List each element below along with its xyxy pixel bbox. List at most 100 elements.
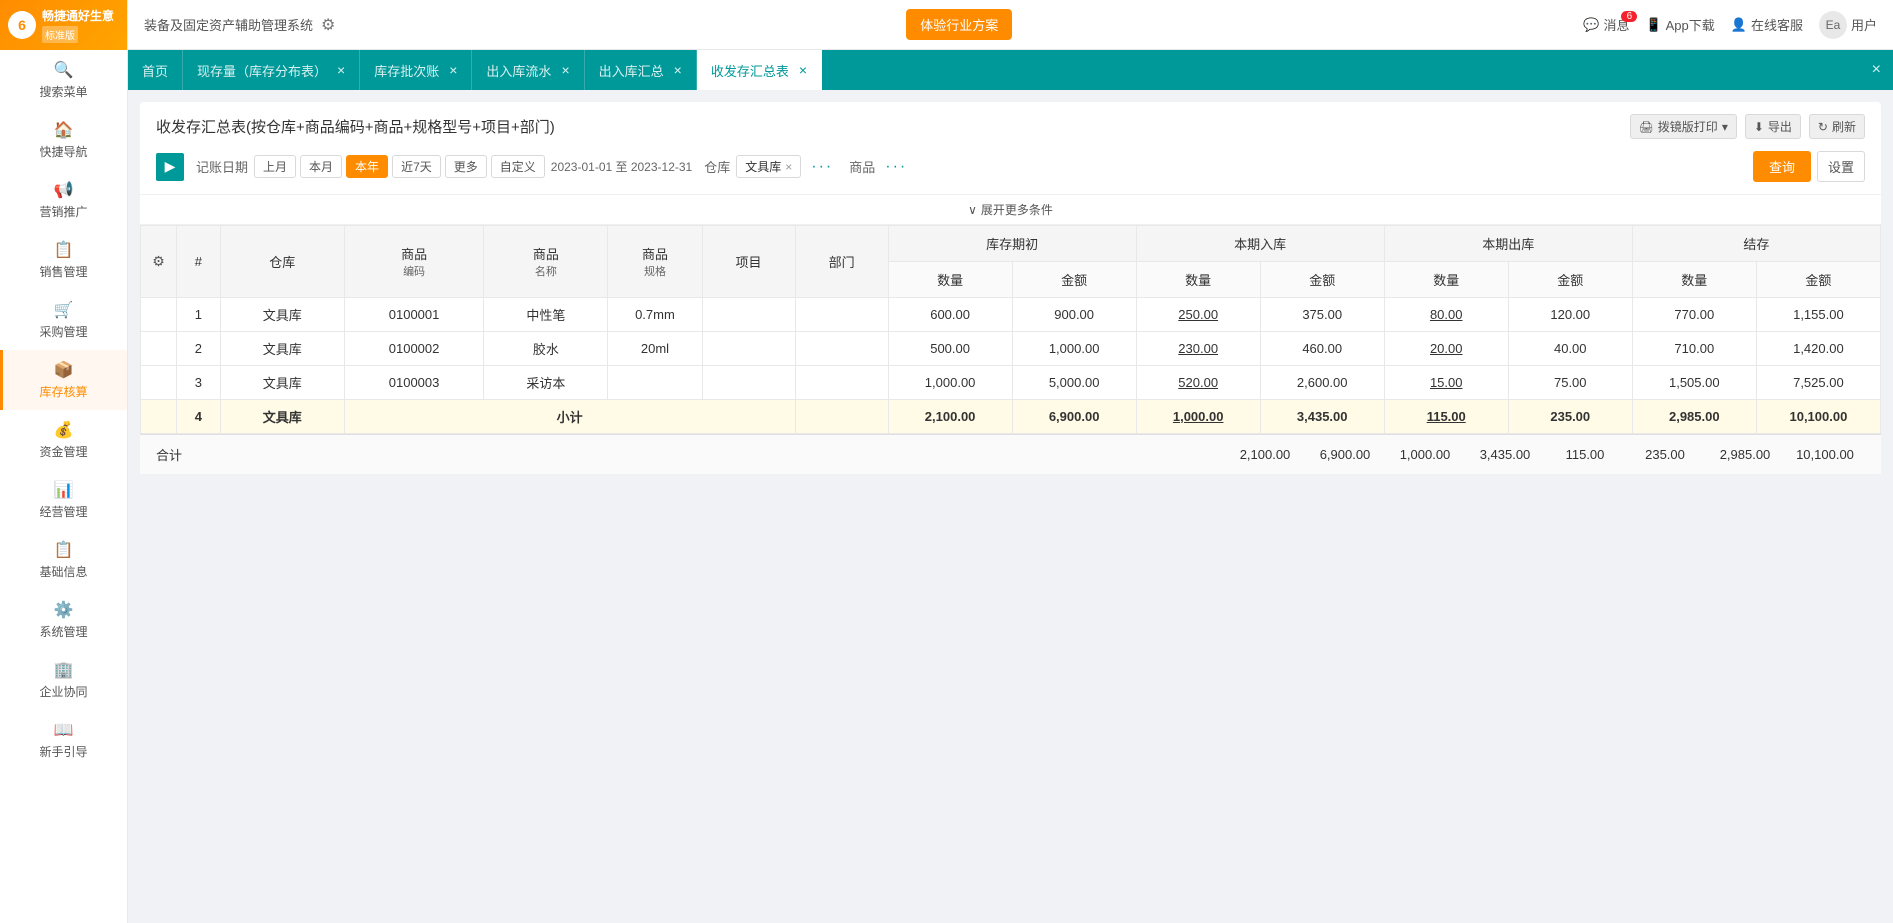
tab-bar-close-all[interactable]: × [1860, 61, 1893, 79]
warehouse-more-dots[interactable]: ··· [807, 158, 837, 176]
sidebar-icon-5: 📦 [54, 360, 74, 380]
tab-close-3[interactable]: × [561, 63, 569, 77]
date-shortcut-3[interactable]: 近7天 [392, 155, 441, 178]
sidebar-item-4[interactable]: 🛒采购管理 [0, 290, 127, 350]
opening-amt-header: 金额 [1012, 262, 1136, 298]
sidebar-item-11[interactable]: 📖新手引导 [0, 710, 127, 770]
tab-item-5[interactable]: 收发存汇总表× [697, 50, 822, 90]
balance-group-header: 结存 [1632, 226, 1880, 262]
row-opening-qty-0: 600.00 [888, 298, 1012, 332]
goods-more-dots[interactable]: ··· [881, 158, 911, 176]
online-service-action[interactable]: 👤 在线客服 [1731, 15, 1803, 34]
row-name-2: 采访本 [484, 366, 608, 400]
total-label: 合计 [156, 445, 182, 464]
expand-more-btn[interactable]: ∨ 展开更多条件 [968, 201, 1053, 218]
subtotal-out-qty[interactable]: 115.00 [1384, 400, 1508, 434]
row-in-qty-2[interactable]: 520.00 [1136, 366, 1260, 400]
sidebar-label-11: 新手引导 [39, 743, 87, 760]
sidebar-item-5[interactable]: 📦库存核算 [0, 350, 127, 410]
message-badge: 6 [1621, 11, 1637, 22]
sidebar-icon-1: 🏠 [54, 120, 74, 140]
row-out-amt-0: 120.00 [1508, 298, 1632, 332]
filter-row: ▶ 记账日期 上月本月本年近7天更多自定义 2023-01-01 至 2023-… [156, 151, 1865, 182]
subtotal-balance-qty: 2,985.00 [1632, 400, 1756, 434]
date-shortcut-5[interactable]: 自定义 [491, 155, 545, 178]
logo-tag: 标准版 [42, 26, 78, 43]
row-in-qty-0[interactable]: 250.00 [1136, 298, 1260, 332]
warehouse-tag-close-icon[interactable]: × [785, 160, 792, 174]
out-qty-header: 数量 [1384, 262, 1508, 298]
header-right: 💬 消息 6 📱 App下载 👤 在线客服 Ea 用户 [1583, 11, 1877, 39]
print-icon: 🖨 [1639, 120, 1654, 134]
row-in-qty-1[interactable]: 230.00 [1136, 332, 1260, 366]
row-out-qty-1[interactable]: 20.00 [1384, 332, 1508, 366]
setting-button[interactable]: 设置 [1817, 151, 1865, 182]
tab-item-2[interactable]: 库存批次账× [360, 50, 472, 90]
subtotal-opening-amt: 6,900.00 [1012, 400, 1136, 434]
filter-expand-btn[interactable]: ▶ [156, 153, 184, 181]
message-action[interactable]: 💬 消息 6 [1583, 15, 1629, 34]
row-out-amt-1: 40.00 [1508, 332, 1632, 366]
panel-actions: 🖨 拨镜版打印 ▾ ⬇ 导出 ↻ 刷新 [1630, 114, 1865, 139]
subtotal-opening-qty: 2,100.00 [888, 400, 1012, 434]
row-name-0: 中性笔 [484, 298, 608, 332]
sidebar-item-9[interactable]: ⚙️系统管理 [0, 590, 127, 650]
date-shortcut-1[interactable]: 本月 [300, 155, 342, 178]
sidebar-icon-10: 🏢 [54, 660, 74, 680]
sidebar-item-3[interactable]: 📋销售管理 [0, 230, 127, 290]
sidebar-item-1[interactable]: 🏠快捷导航 [0, 110, 127, 170]
tab-close-1[interactable]: × [337, 63, 345, 77]
tab-item-4[interactable]: 出入库汇总× [585, 50, 697, 90]
header-gear-icon[interactable]: ⚙ [321, 15, 335, 35]
tab-item-3[interactable]: 出入库流水× [472, 50, 584, 90]
export-button[interactable]: ⬇ 导出 [1745, 114, 1801, 139]
tab-close-5[interactable]: × [799, 63, 807, 77]
sidebar: 6 畅捷通好生意 标准版 🔍搜索菜单🏠快捷导航📢营销推广📋销售管理🛒采购管理📦库… [0, 0, 128, 923]
sidebar-item-10[interactable]: 🏢企业协同 [0, 650, 127, 710]
sidebar-item-8[interactable]: 📋基础信息 [0, 530, 127, 590]
sidebar-item-7[interactable]: 📊经营管理 [0, 470, 127, 530]
row-opening-amt-2: 5,000.00 [1012, 366, 1136, 400]
subtotal-in-qty[interactable]: 1,000.00 [1136, 400, 1260, 434]
footer-opening-qty: 2,100.00 [1225, 447, 1305, 462]
tab-item-1[interactable]: 现存量（库存分布表）× [183, 50, 360, 90]
sidebar-item-0[interactable]: 🔍搜索菜单 [0, 50, 127, 110]
sidebar-item-2[interactable]: 📢营销推广 [0, 170, 127, 230]
row-settings-1 [141, 332, 177, 366]
panel-title: 收发存汇总表(按仓库+商品编码+商品+规格型号+项目+部门) [156, 116, 555, 137]
row-code-0: 0100001 [344, 298, 484, 332]
phone-icon: 📱 [1645, 17, 1661, 33]
table-settings-icon[interactable]: ⚙ [152, 253, 165, 269]
date-shortcut-2[interactable]: 本年 [346, 155, 388, 178]
footer-in-qty: 1,000.00 [1385, 447, 1465, 462]
in-qty-header: 数量 [1136, 262, 1260, 298]
tab-label-0: 首页 [142, 61, 168, 80]
expand-chevron-icon: ∨ [968, 203, 977, 217]
sidebar-label-3: 销售管理 [39, 263, 87, 280]
export-label: 导出 [1768, 118, 1792, 135]
refresh-button[interactable]: ↻ 刷新 [1809, 114, 1865, 139]
print-button[interactable]: 🖨 拨镜版打印 ▾ [1630, 114, 1737, 139]
row-balance-amt-1: 1,420.00 [1756, 332, 1880, 366]
sidebar-icon-9: ⚙️ [54, 600, 74, 620]
user-action[interactable]: Ea 用户 [1819, 11, 1877, 39]
sidebar-item-6[interactable]: 💰资金管理 [0, 410, 127, 470]
sidebar-nav: 🔍搜索菜单🏠快捷导航📢营销推广📋销售管理🛒采购管理📦库存核算💰资金管理📊经营管理… [0, 50, 127, 923]
tab-close-2[interactable]: × [449, 63, 457, 77]
row-warehouse-2: 文具库 [220, 366, 344, 400]
warehouse-label: 仓库 [704, 157, 730, 176]
warehouse-tag[interactable]: 文具库 × [736, 155, 801, 178]
online-service-label: 在线客服 [1751, 15, 1803, 34]
row-out-qty-2[interactable]: 15.00 [1384, 366, 1508, 400]
query-button[interactable]: 查询 [1753, 151, 1811, 182]
row-balance-qty-1: 710.00 [1632, 332, 1756, 366]
date-shortcut-4[interactable]: 更多 [445, 155, 487, 178]
row-out-qty-0[interactable]: 80.00 [1384, 298, 1508, 332]
tab-item-0[interactable]: 首页 [128, 50, 183, 90]
print-dropdown-icon: ▾ [1722, 120, 1728, 134]
date-shortcut-0[interactable]: 上月 [254, 155, 296, 178]
tab-close-4[interactable]: × [674, 63, 682, 77]
app-download-action[interactable]: 📱 App下载 [1645, 15, 1714, 34]
sidebar-icon-4: 🛒 [54, 300, 74, 320]
try-button[interactable]: 体验行业方案 [906, 9, 1012, 40]
